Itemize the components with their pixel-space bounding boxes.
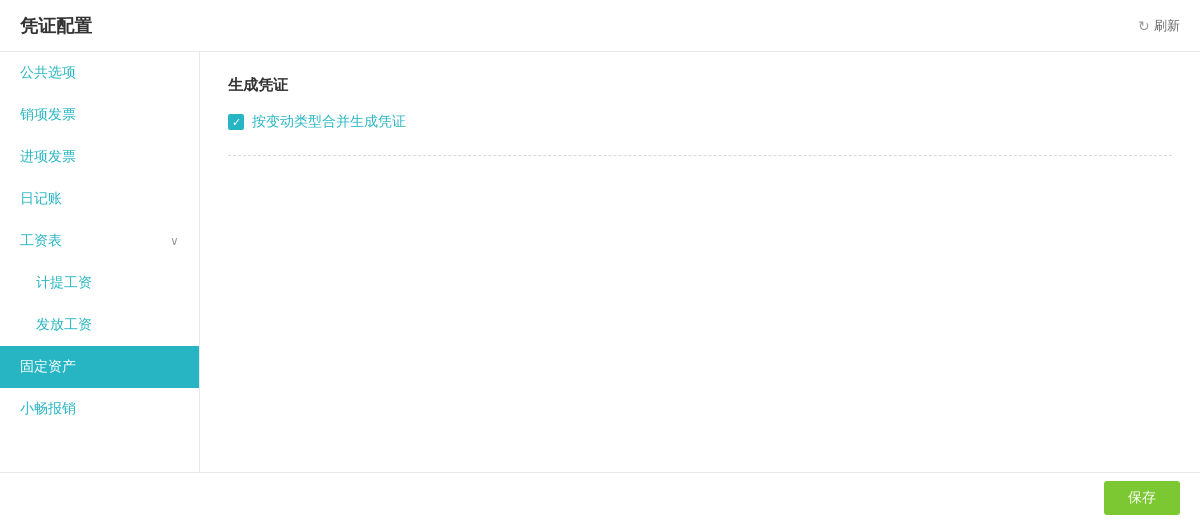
refresh-button[interactable]: ↻ 刷新 <box>1138 17 1180 35</box>
refresh-icon: ↻ <box>1138 18 1150 34</box>
sidebar-item-public-options[interactable]: 公共选项 <box>0 52 199 94</box>
sidebar-label: 公共选项 <box>20 64 76 82</box>
sidebar-label: 小畅报销 <box>20 400 76 418</box>
checkmark-icon: ✓ <box>232 117 241 128</box>
sidebar-label: 工资表 <box>20 232 62 250</box>
checkbox-label[interactable]: 按变动类型合并生成凭证 <box>252 113 406 131</box>
sidebar-label: 固定资产 <box>20 358 76 376</box>
section-divider <box>228 155 1172 156</box>
sidebar-item-sales-invoice[interactable]: 销项发票 <box>0 94 199 136</box>
sidebar-label: 计提工资 <box>36 274 92 292</box>
page-header: 凭证配置 ↻ 刷新 <box>0 0 1200 52</box>
section-title: 生成凭证 <box>228 76 1172 95</box>
page-title: 凭证配置 <box>20 14 92 38</box>
save-button[interactable]: 保存 <box>1104 481 1180 515</box>
sidebar-label: 销项发票 <box>20 106 76 124</box>
refresh-label: 刷新 <box>1154 17 1180 35</box>
main-layout: 公共选项销项发票进项发票日记账工资表 ∨ 计提工资发放工资固定资产小畅报销 生成凭证… <box>0 52 1200 472</box>
checkbox-row: ✓ 按变动类型合并生成凭证 <box>228 113 1172 131</box>
content-area: 生成凭证 ✓ 按变动类型合并生成凭证 <box>200 52 1200 472</box>
sidebar: 公共选项销项发票进项发票日记账工资表 ∨ 计提工资发放工资固定资产小畅报销 <box>0 52 200 472</box>
sidebar-item-journal[interactable]: 日记账 <box>0 178 199 220</box>
sidebar-item-fixed-assets[interactable]: 固定资产 <box>0 346 199 388</box>
sidebar-label: 日记账 <box>20 190 62 208</box>
sidebar-item-purchase-invoice[interactable]: 进项发票 <box>0 136 199 178</box>
page-footer: 保存 <box>0 472 1200 522</box>
merge-checkbox[interactable]: ✓ <box>228 114 244 130</box>
sidebar-item-payroll-pay[interactable]: 发放工资 <box>0 304 199 346</box>
sidebar-item-petty-expense[interactable]: 小畅报销 <box>0 388 199 430</box>
sidebar-label: 进项发票 <box>20 148 76 166</box>
sidebar-item-payroll-calc[interactable]: 计提工资 <box>0 262 199 304</box>
sidebar-label: 发放工资 <box>36 316 92 334</box>
sidebar-item-payroll-table[interactable]: 工资表 ∨ <box>0 220 199 262</box>
chevron-down-icon: ∨ <box>170 234 179 248</box>
